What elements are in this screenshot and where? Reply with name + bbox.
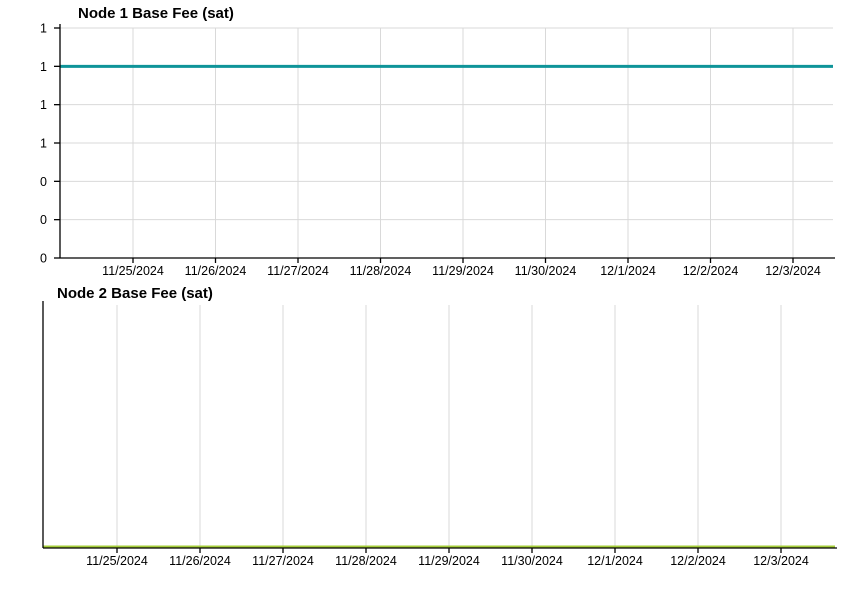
x-tick-label: 12/1/2024: [600, 264, 656, 278]
x-tick-label: 12/3/2024: [765, 264, 821, 278]
x-tick-label: 12/3/2024: [753, 554, 809, 568]
y-tick-label: 1: [40, 22, 47, 36]
y-tick-label: 0: [40, 175, 47, 189]
x-tick-label: 12/2/2024: [683, 264, 739, 278]
x-tick-label: 11/29/2024: [432, 264, 494, 278]
x-tick-label: 11/27/2024: [267, 264, 329, 278]
x-tick-label: 12/2/2024: [670, 554, 726, 568]
x-tick-label: 11/30/2024: [515, 264, 577, 278]
y-tick-label: 0: [40, 213, 47, 227]
y-tick-label: 1: [40, 137, 47, 151]
x-tick-label: 11/26/2024: [169, 554, 231, 568]
y-tick-label: 0: [40, 252, 47, 266]
x-tick-label: 11/25/2024: [102, 264, 164, 278]
x-tick-label: 11/28/2024: [350, 264, 412, 278]
y-tick-label: 1: [40, 60, 47, 74]
x-tick-label: 11/29/2024: [418, 554, 480, 568]
x-tick-label: 12/1/2024: [587, 554, 643, 568]
x-tick-label: 11/27/2024: [252, 554, 314, 568]
chart-title-node1-base-fee: Node 1 Base Fee (sat): [78, 5, 234, 22]
x-tick-label: 11/30/2024: [501, 554, 563, 568]
chart-title-node2-base-fee: Node 2 Base Fee (sat): [57, 285, 213, 302]
x-tick-label: 11/25/2024: [86, 554, 148, 568]
base-fee-dashboard: 1 1 1 1 0 0 0 11/25/2024 11/26/2024 11/27/2024 11/…: [0, 0, 860, 600]
y-tick-label: 1: [40, 98, 47, 112]
x-tick-label: 11/26/2024: [185, 264, 247, 278]
x-tick-label: 11/28/2024: [335, 554, 397, 568]
